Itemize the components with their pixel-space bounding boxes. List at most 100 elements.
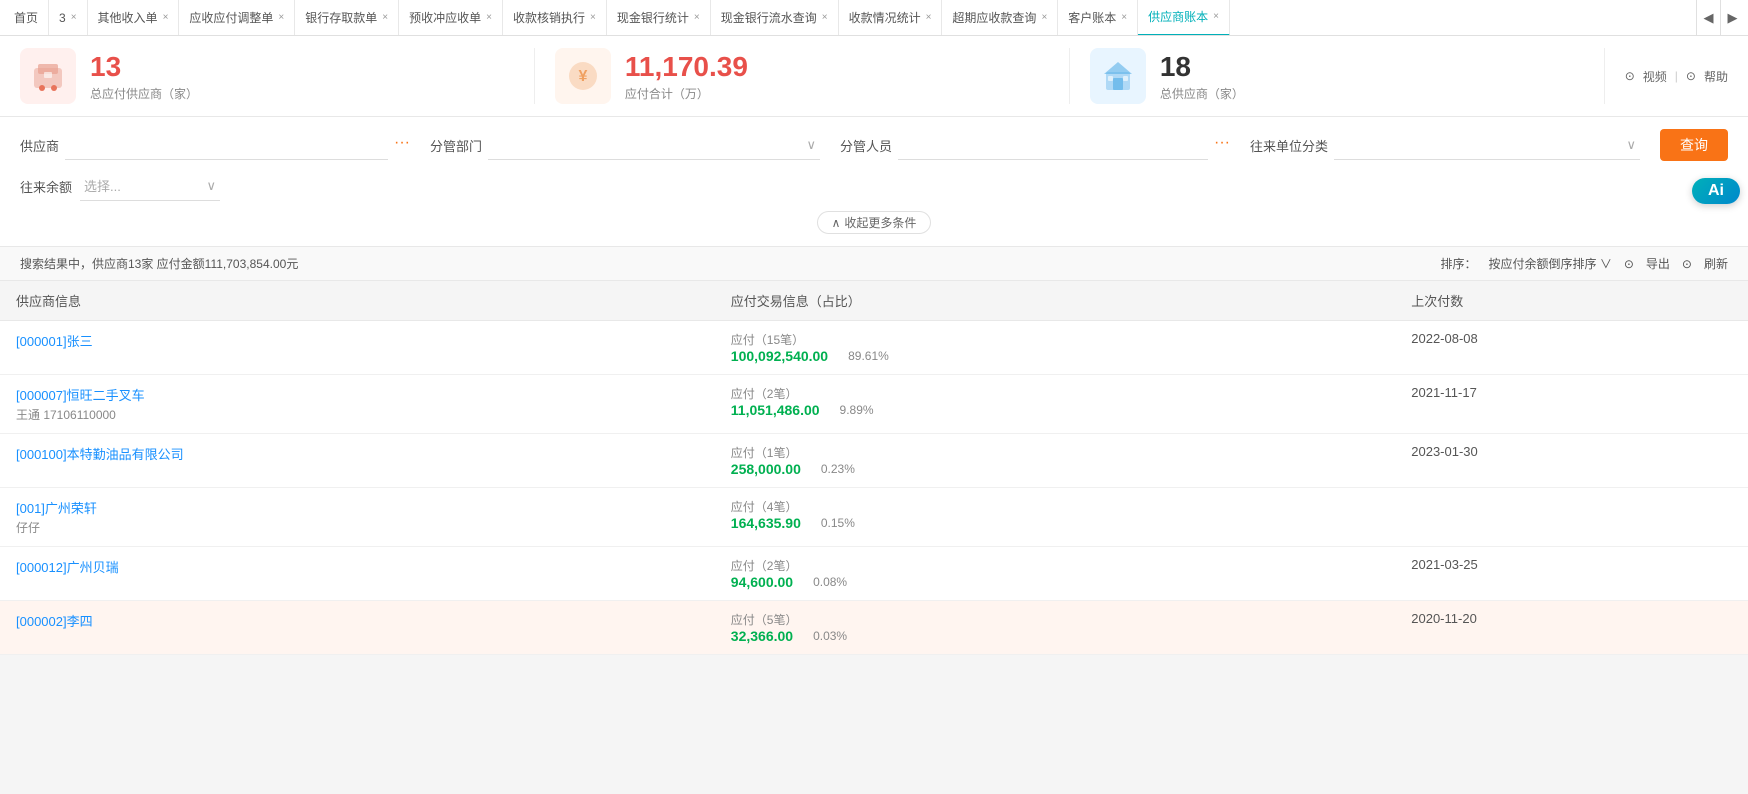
txn-label-4: 应付（2笔） [731,557,1379,574]
sort-value[interactable]: 按应付余额倒序排序 ∨ [1488,255,1611,272]
nav-tab-close-11[interactable]: × [1121,12,1127,23]
export-button[interactable]: 导出 [1646,255,1670,272]
person-filter-label: 分管人员 [840,136,892,155]
table-row: [001]广州荣轩仔仔应付（4笔）164,635.900.15% [0,488,1748,547]
txn-cell-1: 应付（2笔）11,051,486.009.89% [715,375,1395,434]
supplier-link-4[interactable]: [000012]广州贝瑞 [16,560,119,575]
txn-label-3: 应付（4笔） [731,498,1379,515]
nav-tab-close-1[interactable]: × [71,12,77,23]
nav-left-arrow[interactable]: ◀ [1696,0,1720,36]
th-txn-info: 应付交易信息（占比） [715,281,1395,321]
nav-tab-1[interactable]: 3× [49,0,88,36]
nav-tab-close-10[interactable]: × [1041,12,1047,23]
txn-cell-0: 应付（15笔）100,092,540.0089.61% [715,321,1395,375]
nav-tab-5[interactable]: 预收冲应收单× [399,0,503,36]
supplier-icon [20,48,76,104]
top-right-links: ⊙ 视频 | ⊙ 帮助 [1605,68,1728,85]
supplier-link-2[interactable]: [000100]本特勤油品有限公司 [16,447,184,462]
query-button[interactable]: 查询 [1660,129,1728,161]
payable-amount-value: 11,170.39 [625,50,748,84]
nav-tab-close-3[interactable]: × [278,12,284,23]
last-date-cell-1: 2021-11-17 [1395,375,1748,434]
category-select[interactable]: ∨ [1334,130,1640,160]
nav-tab-6[interactable]: 收款核销执行× [503,0,607,36]
percent-2: 0.23% [801,462,855,476]
txn-cell-5: 应付（5笔）32,366.000.03% [715,601,1395,655]
balance-placeholder: 选择... [84,176,121,195]
nav-tab-close-2[interactable]: × [163,12,169,23]
amount-5[interactable]: 32,366.00 [731,628,793,644]
supplier-link-0[interactable]: [000001]张三 [16,334,93,349]
nav-tab-close-7[interactable]: × [694,12,700,23]
help-link[interactable]: 帮助 [1704,68,1728,85]
summary-payable-amount: ¥ 11,170.39 应付合计（万） [535,48,1070,104]
ai-badge[interactable]: Ai [1692,178,1740,204]
amount-3[interactable]: 164,635.90 [731,515,801,531]
person-dots[interactable]: ··· [1214,134,1230,152]
supplier-link-3[interactable]: [001]广州荣轩 [16,501,97,516]
table-row: [000001]张三应付（15笔）100,092,540.0089.61%202… [0,321,1748,375]
supplier-filter-label: 供应商 [20,136,59,155]
nav-tab-close-6[interactable]: × [590,12,596,23]
collapse-button[interactable]: ∧ 收起更多条件 [817,211,932,234]
sort-label: 排序： [1440,255,1476,272]
txn-label-1: 应付（2笔） [731,385,1379,402]
nav-tab-8[interactable]: 现金银行流水查询× [711,0,839,36]
filter-balance: 往来余额 选择... ∨ [20,171,220,201]
summary-total-suppliers: 18 总供应商（家） [1070,48,1605,104]
nav-tab-close-4[interactable]: × [382,12,388,23]
payable-suppliers-content: 13 总应付供应商（家） [90,50,198,103]
nav-tab-close-12[interactable]: × [1213,11,1219,22]
nav-tab-0[interactable]: 首页 [4,0,49,36]
collapse-bar: ∧ 收起更多条件 [20,211,1728,234]
nav-tab-7[interactable]: 现金银行统计× [607,0,711,36]
balance-chevron-icon: ∨ [207,178,217,194]
amount-1[interactable]: 11,051,486.00 [731,402,820,418]
supplier-cell-3: [001]广州荣轩仔仔 [0,488,715,547]
nav-tab-2[interactable]: 其他收入单× [88,0,180,36]
category-filter-label: 往来单位分类 [1250,136,1328,155]
nav-tab-close-8[interactable]: × [822,12,828,23]
txn-label-0: 应付（15笔） [731,331,1379,348]
nav-tab-11[interactable]: 客户账本× [1058,0,1138,36]
amount-0[interactable]: 100,092,540.00 [731,348,828,364]
refresh-button[interactable]: 刷新 [1704,255,1728,272]
txn-label-2: 应付（1笔） [731,444,1379,461]
last-date-cell-2: 2023-01-30 [1395,434,1748,488]
txn-label-5: 应付（5笔） [731,611,1379,628]
supplier-dots[interactable]: ··· [394,134,410,152]
nav-tab-close-5[interactable]: × [486,12,492,23]
nav-tab-9[interactable]: 收款情况统计× [839,0,943,36]
nav-tab-12[interactable]: 供应商账本× [1138,0,1230,36]
supplier-cell-0: [000001]张三 [0,321,715,375]
amount-4[interactable]: 94,600.00 [731,574,793,590]
table-container: 供应商信息 应付交易信息（占比） 上次付数 [000001]张三应付（15笔）1… [0,281,1748,655]
supplier-link-5[interactable]: [000002]李四 [16,614,93,629]
supplier-cell-2: [000100]本特勤油品有限公司 [0,434,715,488]
supplier-link-1[interactable]: [000007]恒旺二手叉车 [16,388,145,403]
nav-tab-3[interactable]: 应收应付调整单× [179,0,295,36]
nav-tab-10[interactable]: 超期应收款查询× [942,0,1058,36]
percent-3: 0.15% [801,516,855,530]
nav-tab-close-9[interactable]: × [926,12,932,23]
filter-category: 往来单位分类 ∨ [1250,130,1640,160]
summary-bar: 13 总应付供应商（家） ¥ 11,170.39 应付合计（万） 1 [0,36,1748,117]
data-table: 供应商信息 应付交易信息（占比） 上次付数 [000001]张三应付（15笔）1… [0,281,1748,655]
supplier-cell-5: [000002]李四 [0,601,715,655]
amount-icon: ¥ [555,48,611,104]
last-date-cell-4: 2021-03-25 [1395,547,1748,601]
amount-2[interactable]: 258,000.00 [731,461,801,477]
percent-0: 89.61% [828,349,889,363]
balance-select[interactable]: 选择... ∨ [80,171,220,201]
filter-supplier: 供应商 ··· [20,130,410,160]
supplier-input[interactable] [65,130,388,160]
collapse-arrow-icon: ∧ [832,216,841,230]
dept-select[interactable]: ∨ [488,130,820,160]
nav-tab-4[interactable]: 银行存取款单× [295,0,399,36]
video-link[interactable]: 视频 [1643,68,1667,85]
supplier-cell-1: [000007]恒旺二手叉车王通 17106110000 [0,375,715,434]
person-input[interactable] [898,130,1208,160]
th-supplier-info: 供应商信息 [0,281,715,321]
nav-right-arrow[interactable]: ▶ [1720,0,1744,36]
percent-5: 0.03% [793,629,847,643]
